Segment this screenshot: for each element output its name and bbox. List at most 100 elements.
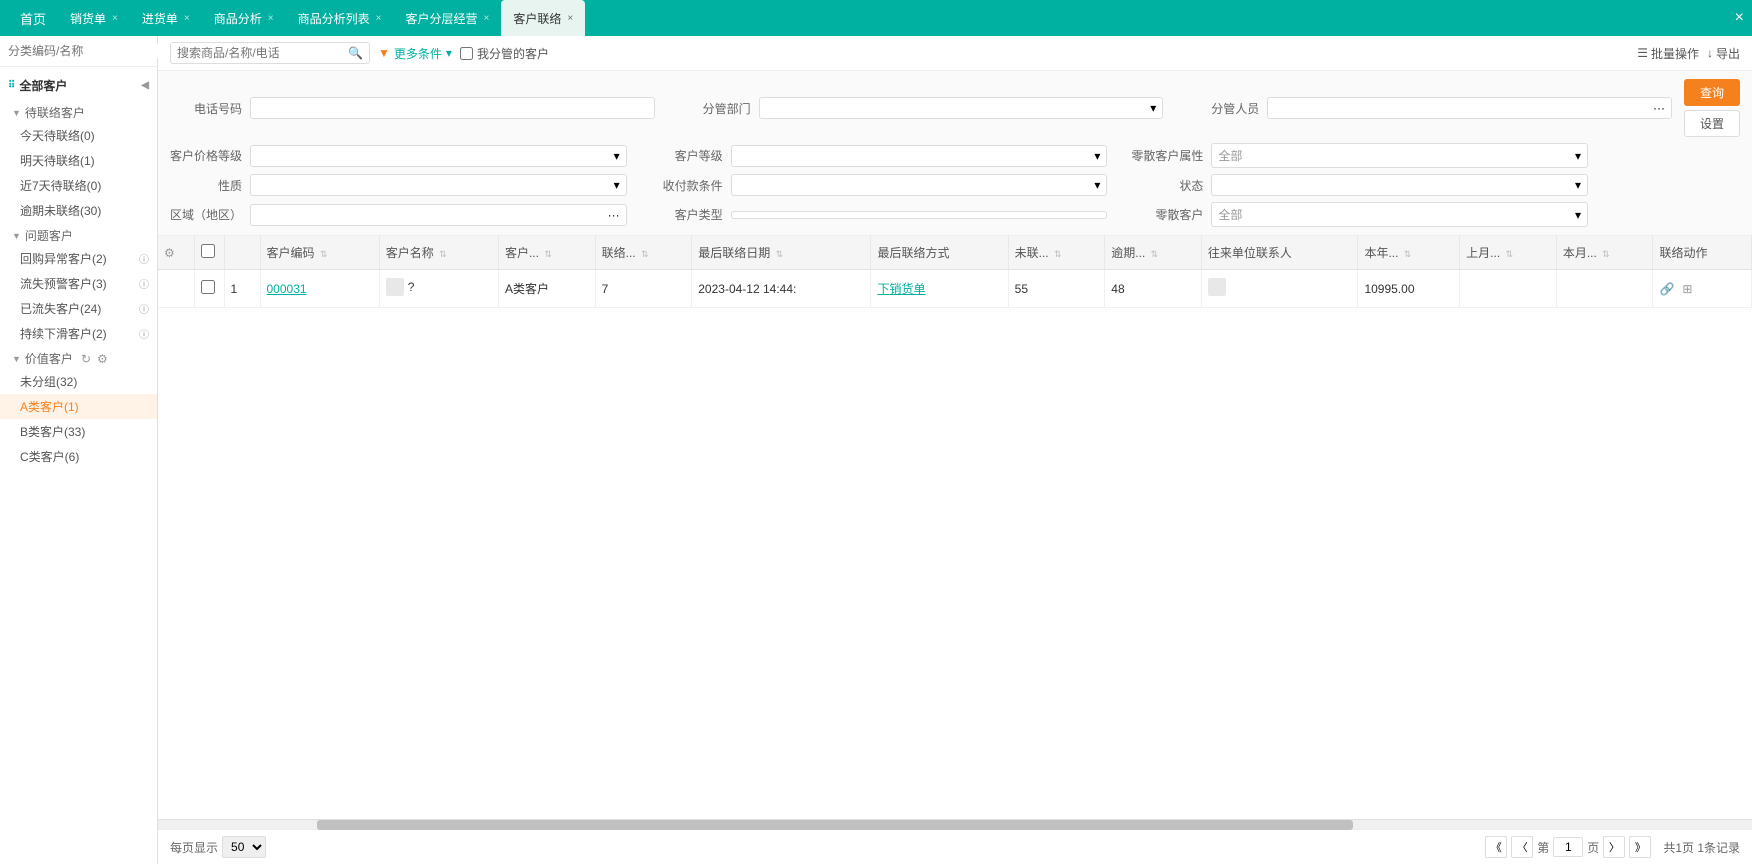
sidebar-item-churned[interactable]: 已流失客户(24) ⓘ — [0, 296, 157, 321]
sidebar-collapse-btn[interactable]: ◀ — [141, 80, 149, 91]
toolbar-right: ☰ 批量操作 ↓ 导出 — [1637, 45, 1740, 62]
filter-region: 区域（地区） ··· — [170, 204, 627, 226]
sidebar-item-c-class[interactable]: C类客户(6) — [0, 444, 157, 469]
export-btn[interactable]: ↓ 导出 — [1707, 45, 1740, 62]
phone-input[interactable] — [250, 97, 655, 119]
settings-button[interactable]: 设置 — [1684, 110, 1740, 137]
price-grade-label: 客户价格等级 — [170, 147, 250, 164]
row-action-cell: 🔗 ⊞ — [1653, 270, 1752, 308]
col-name: 客户名称 ⇅ — [379, 236, 498, 270]
dept-select[interactable]: ▾ — [759, 97, 1164, 119]
horizontal-scrollbar[interactable] — [158, 819, 1752, 829]
name-sort-icon[interactable]: ⇅ — [439, 249, 447, 259]
sidebar-section-pending[interactable]: ▼ 待联络客户 — [0, 100, 157, 123]
value-settings-icon[interactable]: ⚙ — [97, 352, 108, 366]
search-icon[interactable]: 🔍 — [348, 46, 363, 60]
sidebar-item-churn-warn[interactable]: 流失预警客户(3) ⓘ — [0, 271, 157, 296]
my-customer-checkbox[interactable] — [460, 47, 473, 60]
select-all-checkbox[interactable] — [201, 244, 215, 258]
close-all-tabs[interactable]: × — [1735, 9, 1744, 27]
col-this-month: 本月... ⇅ — [1556, 236, 1653, 270]
prev-page-btn[interactable]: 〈 — [1511, 836, 1533, 858]
code-sort-icon[interactable]: ⇅ — [320, 249, 328, 259]
no-contact-sort-icon[interactable]: ⇅ — [1054, 249, 1062, 259]
query-button[interactable]: 查询 — [1684, 79, 1740, 106]
next-page-btn[interactable]: 〉 — [1603, 836, 1625, 858]
nav-home[interactable]: 首页 — [8, 0, 58, 36]
row-index-cell: 1 — [224, 270, 260, 308]
nav-product-analysis[interactable]: 商品分析 × — [202, 0, 286, 36]
value-arrow: ▼ — [12, 354, 21, 364]
sidebar-search-input[interactable] — [8, 44, 163, 58]
overdue-sort-icon[interactable]: ⇅ — [1151, 249, 1159, 259]
sidebar-section-problem[interactable]: ▼ 问题客户 — [0, 223, 157, 246]
manager-select[interactable]: ··· — [1267, 97, 1672, 119]
region-select[interactable]: ··· — [250, 204, 627, 226]
type-sort-icon[interactable]: ⇅ — [544, 249, 552, 259]
filter-nature: 性质 ▾ — [170, 174, 627, 196]
last-method-link[interactable]: 下销货单 — [877, 282, 925, 296]
filter-dept: 分管部门 ▾ — [679, 97, 1164, 119]
last-page-btn[interactable]: 》 — [1629, 836, 1651, 858]
sidebar-item-ungrouped[interactable]: 未分组(32) — [0, 369, 157, 394]
contact-sort-icon[interactable]: ⇅ — [641, 249, 649, 259]
this-month-sort-icon[interactable]: ⇅ — [1602, 249, 1610, 259]
action-link-icon[interactable]: 🔗 — [1659, 282, 1674, 296]
scrollbar-thumb[interactable] — [317, 820, 1353, 830]
action-grid-icon[interactable]: ⊞ — [1682, 282, 1692, 296]
close-product-analysis-tab[interactable]: × — [268, 13, 274, 24]
row-code-cell[interactable]: 000031 — [260, 270, 379, 308]
sidebar-item-a-class[interactable]: A类客户(1) — [0, 394, 157, 419]
row-checkbox[interactable] — [201, 280, 215, 294]
sidebar-item-tomorrow[interactable]: 明天待联络(1) — [0, 148, 157, 173]
close-sales-tab[interactable]: × — [112, 13, 118, 24]
search-input[interactable] — [177, 46, 348, 60]
col-action-label: 联络动作 — [1659, 246, 1707, 260]
sidebar-item-overdue[interactable]: 逾期未联络(30) — [0, 198, 157, 223]
nav-product-list[interactable]: 商品分析列表 × — [286, 0, 394, 36]
last-month-sort-icon[interactable]: ⇅ — [1506, 249, 1514, 259]
first-page-btn[interactable]: 《 — [1485, 836, 1507, 858]
sidebar-item-today[interactable]: 今天待联络(0) — [0, 123, 157, 148]
close-customer-segment-tab[interactable]: × — [483, 13, 489, 24]
status-select[interactable]: ▾ — [1211, 174, 1588, 196]
customer-grade-select[interactable]: ▾ — [731, 145, 1108, 167]
nav-purchase[interactable]: 进货单 × — [130, 0, 202, 36]
col-index — [224, 236, 260, 270]
sidebar-section-value[interactable]: ▼ 价值客户 ↻ ⚙ — [0, 346, 157, 369]
sidebar-item-b-class[interactable]: B类客户(33) — [0, 419, 157, 444]
sparse-cust-select[interactable]: 全部 ▾ — [1211, 202, 1588, 227]
close-product-list-tab[interactable]: × — [376, 13, 382, 24]
search-box: 🔍 — [170, 42, 370, 64]
my-customer-check[interactable]: 我分管的客户 — [460, 45, 549, 62]
col-last-month-label: 上月... — [1466, 246, 1500, 260]
per-page-select[interactable]: 50 — [222, 836, 266, 858]
value-refresh-icon[interactable]: ↻ — [81, 352, 91, 366]
filter-sparse-attr: 零散客户属性 全部 ▾ — [1131, 143, 1588, 168]
last-date-sort-icon[interactable]: ⇅ — [776, 249, 784, 259]
filter-sparse-cust: 零散客户 全部 ▾ — [1131, 202, 1588, 227]
col-last-date-label: 最后联络日期 — [698, 246, 770, 260]
sparse-attr-select[interactable]: 全部 ▾ — [1211, 143, 1588, 168]
cust-type-select[interactable] — [731, 211, 1108, 219]
more-filter-btn[interactable]: ▼ 更多条件 ▾ — [378, 45, 452, 62]
page-input[interactable] — [1553, 837, 1583, 857]
filter-row-4: 区域（地区） ··· 客户类型 零散客户 — [170, 202, 1740, 227]
payment-chevron: ▾ — [1094, 178, 1100, 192]
price-grade-chevron: ▾ — [614, 149, 620, 163]
payment-select[interactable]: ▾ — [731, 174, 1108, 196]
sidebar-item-declining[interactable]: 持续下滑客户(2) ⓘ — [0, 321, 157, 346]
batch-op-btn[interactable]: ☰ 批量操作 — [1637, 45, 1699, 62]
nav-customer-contact[interactable]: 客户联络 × — [501, 0, 585, 36]
sidebar-item-abnormal[interactable]: 回购异常客户(2) ⓘ — [0, 246, 157, 271]
table-gear-icon[interactable]: ⚙ — [164, 246, 175, 260]
sidebar-item-7days[interactable]: 近7天待联络(0) — [0, 173, 157, 198]
nature-select[interactable]: ▾ — [250, 174, 627, 196]
close-customer-contact-tab[interactable]: × — [567, 13, 573, 24]
nav-customer-segment[interactable]: 客户分层经营 × — [393, 0, 501, 36]
close-purchase-tab[interactable]: × — [184, 13, 190, 24]
price-grade-select[interactable]: ▾ — [250, 145, 627, 167]
this-year-sort-icon[interactable]: ⇅ — [1404, 249, 1412, 259]
region-dots-icon: ··· — [608, 208, 620, 222]
nav-sales[interactable]: 销货单 × — [58, 0, 130, 36]
